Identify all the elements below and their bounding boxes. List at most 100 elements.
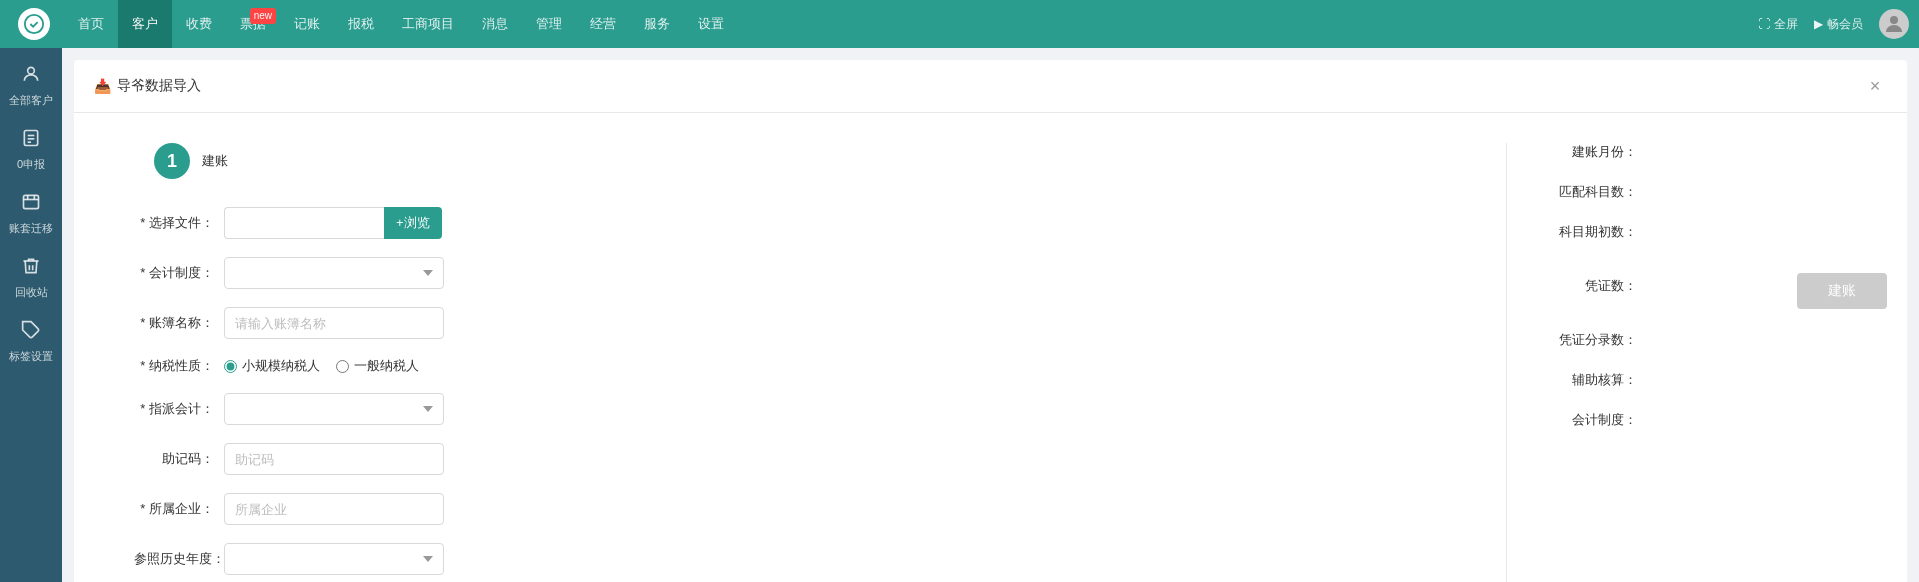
- browse-button[interactable]: +浏览: [384, 207, 442, 239]
- nav-message[interactable]: 消息: [468, 0, 522, 48]
- ticket-badge: new: [250, 8, 276, 24]
- nav-fee[interactable]: 收费: [172, 0, 226, 48]
- nav-manage[interactable]: 管理: [522, 0, 576, 48]
- subject-init-row: 科目期初数：: [1547, 223, 1887, 241]
- accounting-system-info-label: 会计制度：: [1547, 411, 1637, 429]
- ledger-name-input[interactable]: [224, 307, 444, 339]
- panel-title: 📥 导爷数据导入: [94, 77, 201, 95]
- import-icon: 📥: [94, 78, 111, 94]
- ledger-name-row: * 账簿名称：: [94, 307, 1466, 339]
- memo-label: 助记码：: [134, 450, 214, 468]
- tax-general-option[interactable]: 一般纳税人: [336, 357, 419, 375]
- sidebar-label-account-transfer: 账套迁移: [9, 221, 53, 236]
- fullscreen-icon: ⛶: [1758, 17, 1770, 31]
- main-content: 📥 导爷数据导入 × 1 建账 * 选择文件：: [62, 48, 1919, 582]
- tax-type-radio-group: 小规模纳税人 一般纳税人: [224, 357, 419, 375]
- nav-operation[interactable]: 经营: [576, 0, 630, 48]
- all-clients-icon: [21, 64, 41, 89]
- user-avatar[interactable]: [1879, 9, 1909, 39]
- voucher-entries-label: 凭证分录数：: [1547, 331, 1637, 349]
- accounting-system-info-row: 会计制度：: [1547, 411, 1887, 429]
- close-button[interactable]: ×: [1863, 74, 1887, 98]
- memo-input[interactable]: [224, 443, 444, 475]
- nav-service[interactable]: 服务: [630, 0, 684, 48]
- sidebar-item-account-transfer[interactable]: 账套迁移: [0, 184, 62, 244]
- sidebar-item-tag-settings[interactable]: 标签设置: [0, 312, 62, 372]
- svg-rect-6: [24, 195, 39, 208]
- accounting-system-label: * 会计制度：: [134, 264, 214, 282]
- fullscreen-button[interactable]: ⛶ 全屏: [1758, 16, 1798, 33]
- sidebar: 全部客户 0申报 账套迁移: [0, 48, 62, 582]
- company-input[interactable]: [224, 493, 444, 525]
- sidebar-label-declaration: 0申报: [17, 157, 45, 172]
- panel-divider: [1506, 143, 1507, 582]
- build-month-label: 建账月份：: [1547, 143, 1637, 161]
- app-logo[interactable]: [10, 0, 58, 48]
- history-year-label: 参照历史年度：: [134, 550, 214, 568]
- match-subjects-label: 匹配科目数：: [1547, 183, 1637, 201]
- account-transfer-icon: [21, 192, 41, 217]
- form-area: 1 建账 * 选择文件： +浏览 * 会计制度：: [94, 143, 1486, 582]
- accounting-system-row: * 会计制度：: [94, 257, 1466, 289]
- voucher-label: 凭证数：: [1547, 277, 1637, 295]
- history-year-row: 参照历史年度：: [94, 543, 1466, 575]
- accountant-label: * 指派会计：: [134, 400, 214, 418]
- file-label: * 选择文件：: [134, 214, 214, 232]
- nav-home[interactable]: 首页: [64, 0, 118, 48]
- vip-button[interactable]: ▶ 畅会员: [1814, 16, 1863, 33]
- aux-accounting-row: 辅助核算：: [1547, 371, 1887, 389]
- tax-small-label: 小规模纳税人: [242, 357, 320, 375]
- match-subjects-row: 匹配科目数：: [1547, 183, 1887, 201]
- step-circle: 1: [154, 143, 190, 179]
- voucher-entries-row: 凭证分录数：: [1547, 331, 1887, 349]
- accounting-system-select[interactable]: [224, 257, 444, 289]
- company-row: * 所属企业：: [94, 493, 1466, 525]
- build-month-row: 建账月份：: [1547, 143, 1887, 161]
- step-label: 建账: [202, 152, 228, 170]
- file-input[interactable]: [224, 207, 384, 239]
- tax-small-radio[interactable]: [224, 360, 237, 373]
- tag-settings-icon: [21, 320, 41, 345]
- tax-type-label: * 纳税性质：: [134, 357, 214, 375]
- history-year-select[interactable]: [224, 543, 444, 575]
- import-panel: 📥 导爷数据导入 × 1 建账 * 选择文件：: [74, 60, 1907, 582]
- accountant-row: * 指派会计：: [94, 393, 1466, 425]
- sidebar-item-all-clients[interactable]: 全部客户: [0, 56, 62, 116]
- build-account-button[interactable]: 建账: [1797, 273, 1887, 309]
- company-label: * 所属企业：: [134, 500, 214, 518]
- panel-body: 1 建账 * 选择文件： +浏览 * 会计制度：: [74, 113, 1907, 582]
- tax-small-option[interactable]: 小规模纳税人: [224, 357, 320, 375]
- nav-ticket[interactable]: 票据 new: [226, 0, 280, 48]
- accountant-select[interactable]: [224, 393, 444, 425]
- sidebar-item-recycle[interactable]: 回收站: [0, 248, 62, 308]
- recycle-icon: [21, 256, 41, 281]
- sidebar-label-recycle: 回收站: [15, 285, 48, 300]
- svg-point-1: [28, 67, 35, 74]
- nav-settings[interactable]: 设置: [684, 0, 738, 48]
- top-navigation: 首页 客户 收费 票据 new 记账 报税 工商项目 消息 管理 经营 服务 设…: [0, 0, 1919, 48]
- file-input-group: +浏览: [224, 207, 442, 239]
- tax-general-radio[interactable]: [336, 360, 349, 373]
- build-btn-row: 凭证数： 建账: [1547, 263, 1887, 309]
- nav-right: ⛶ 全屏 ▶ 畅会员: [1758, 9, 1909, 39]
- ledger-name-label: * 账簿名称：: [134, 314, 214, 332]
- vip-icon: ▶: [1814, 17, 1823, 31]
- nav-business[interactable]: 工商项目: [388, 0, 468, 48]
- svg-point-0: [1890, 16, 1898, 24]
- file-row: * 选择文件： +浏览: [94, 207, 1466, 239]
- info-area: 建账月份： 匹配科目数： 科目期初数： 凭证数：: [1527, 143, 1887, 582]
- aux-accounting-label: 辅助核算：: [1547, 371, 1637, 389]
- tax-general-label: 一般纳税人: [354, 357, 419, 375]
- sidebar-label-tag-settings: 标签设置: [9, 349, 53, 364]
- panel-header: 📥 导爷数据导入 ×: [74, 60, 1907, 113]
- declaration-icon: [21, 128, 41, 153]
- nav-items: 首页 客户 收费 票据 new 记账 报税 工商项目 消息 管理 经营 服务 设…: [64, 0, 1758, 48]
- step-header: 1 建账: [94, 143, 1466, 179]
- subject-init-label: 科目期初数：: [1547, 223, 1637, 241]
- nav-tax[interactable]: 报税: [334, 0, 388, 48]
- nav-account[interactable]: 记账: [280, 0, 334, 48]
- sidebar-item-declaration[interactable]: 0申报: [0, 120, 62, 180]
- sidebar-label-all-clients: 全部客户: [9, 93, 53, 108]
- nav-customer[interactable]: 客户: [118, 0, 172, 48]
- tax-type-row: * 纳税性质： 小规模纳税人 一般纳税人: [94, 357, 1466, 375]
